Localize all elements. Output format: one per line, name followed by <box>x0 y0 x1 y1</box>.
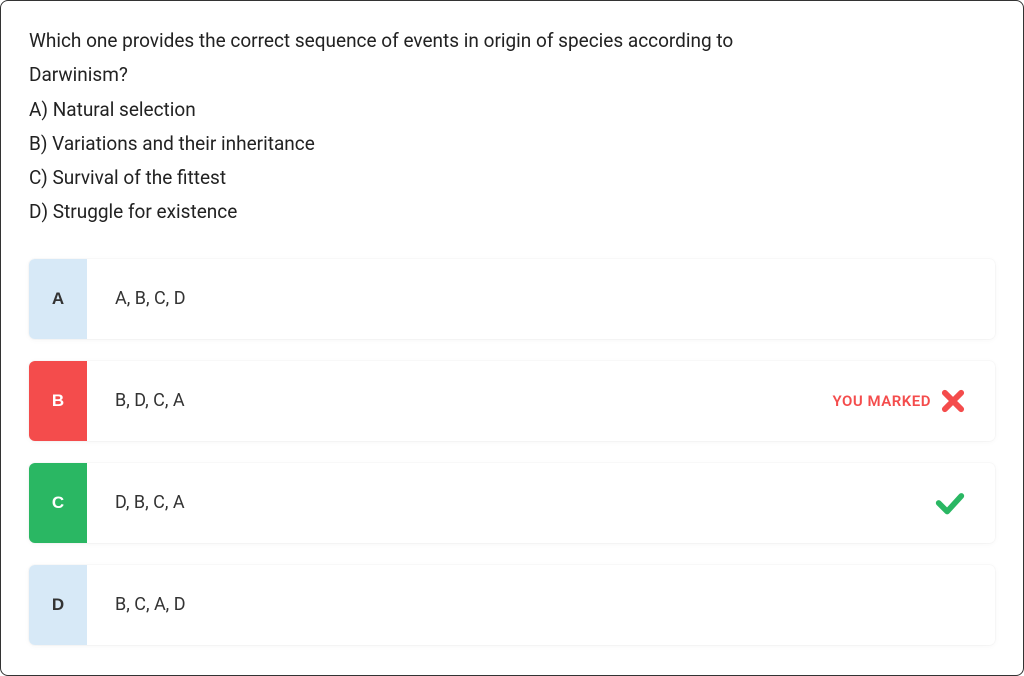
answer-text: B, D, C, A <box>87 361 833 441</box>
answer-letter: C <box>29 463 87 543</box>
answer-letter: D <box>29 565 87 645</box>
answer-text: A, B, C, D <box>87 259 995 339</box>
answer-option-b[interactable]: B B, D, C, A YOU MARKED <box>29 361 995 441</box>
check-icon <box>933 486 967 520</box>
answer-option-d[interactable]: D B, C, A, D <box>29 565 995 645</box>
answer-letter: A <box>29 259 87 339</box>
answer-marker-wrong: YOU MARKED <box>833 361 995 441</box>
question-option: A) Natural selection <box>29 94 995 126</box>
quiz-container: Which one provides the correct sequence … <box>1 1 1023 645</box>
question-option: C) Survival of the fittest <box>29 162 995 194</box>
you-marked-label: YOU MARKED <box>833 392 931 410</box>
answer-marker-correct <box>933 463 995 543</box>
question-option: B) Variations and their inheritance <box>29 128 995 160</box>
answer-letter: B <box>29 361 87 441</box>
answer-text: D, B, C, A <box>87 463 933 543</box>
answer-text: B, C, A, D <box>87 565 995 645</box>
answer-option-c[interactable]: C D, B, C, A <box>29 463 995 543</box>
answer-option-a[interactable]: A A, B, C, D <box>29 259 995 339</box>
question-block: Which one provides the correct sequence … <box>29 25 995 229</box>
question-text-line2: Darwinism? <box>29 59 995 91</box>
question-option: D) Struggle for existence <box>29 196 995 228</box>
x-icon <box>939 387 967 415</box>
question-text-line1: Which one provides the correct sequence … <box>29 25 995 57</box>
